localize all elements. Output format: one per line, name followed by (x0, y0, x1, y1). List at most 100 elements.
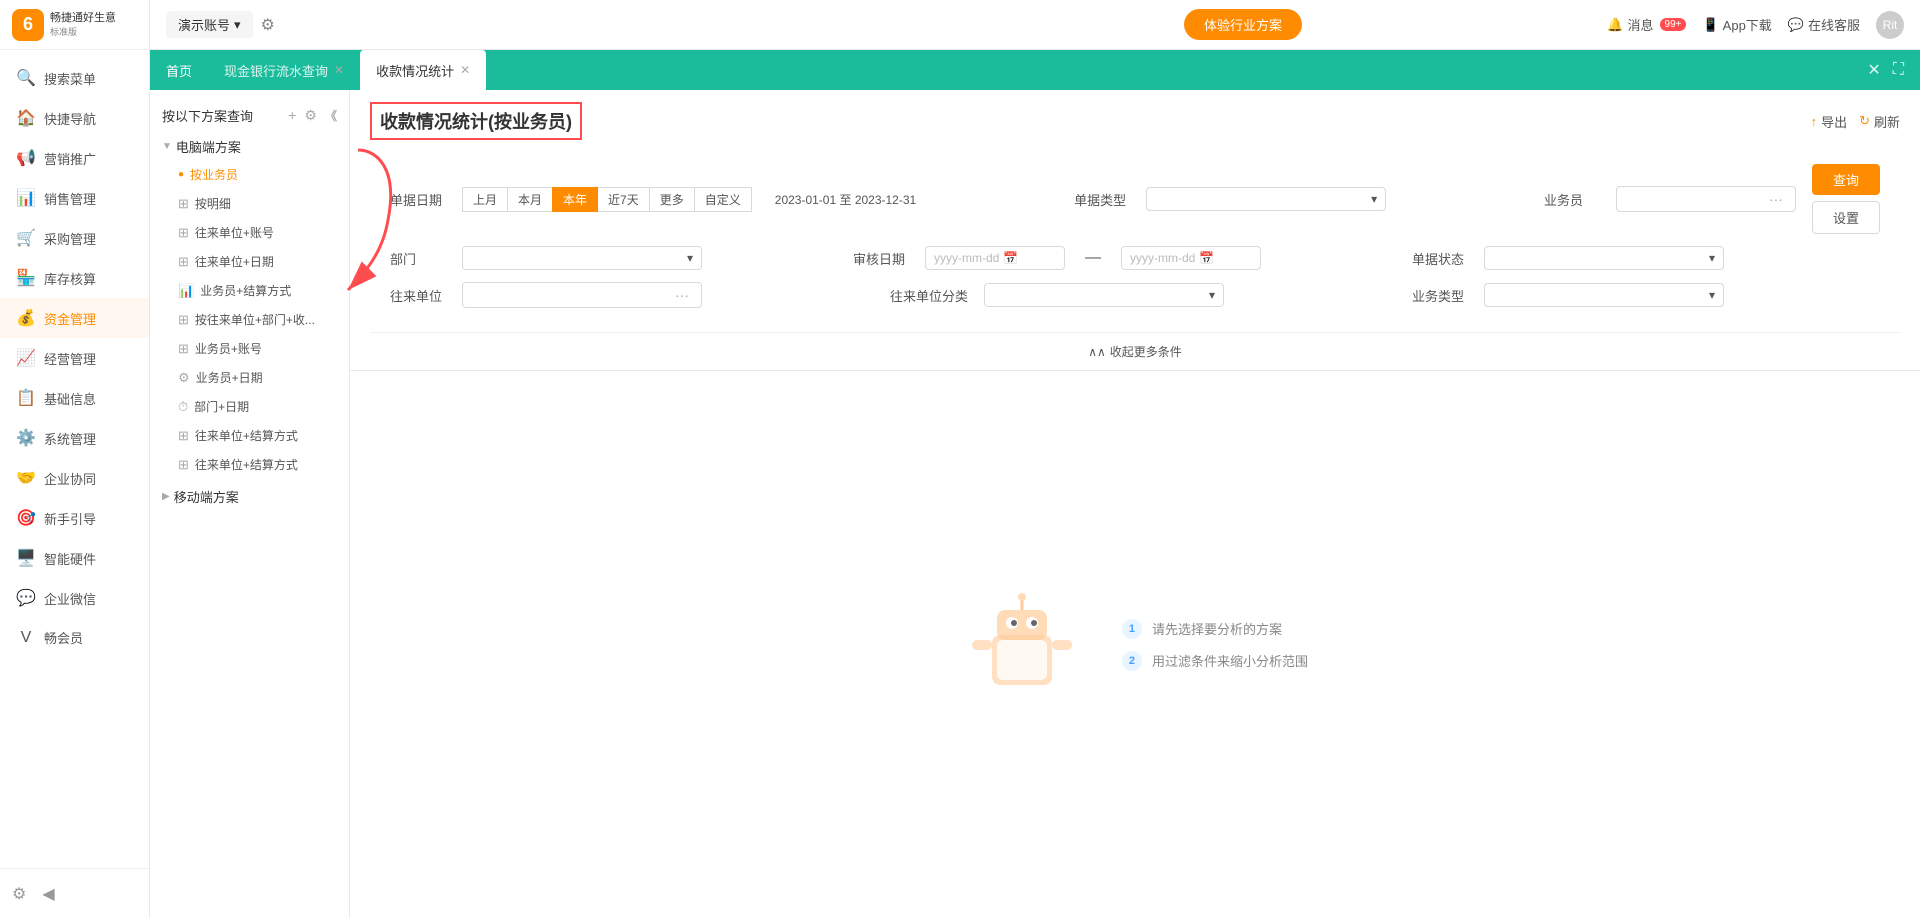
try-industry-button[interactable]: 体验行业方案 (1184, 9, 1302, 40)
tab-home[interactable]: 首页 (150, 50, 208, 90)
calendar-start-icon[interactable]: 📅 (1003, 251, 1018, 265)
tab-receipt-stats-label: 收款情况统计 (376, 61, 454, 80)
staff-settle-icon: 📊 (178, 283, 194, 299)
settings-button[interactable]: 设置 (1812, 201, 1880, 234)
tab-bank-flow-close[interactable]: ✕ (334, 63, 344, 77)
logo-icon: 6 (12, 9, 44, 41)
service-icon: 💬 (1788, 17, 1804, 33)
export-button[interactable]: ↑ 导出 (1811, 112, 1848, 131)
schema-item-label: 业务员+账号 (195, 340, 262, 357)
sidebar-item-enterprise[interactable]: 🤝 企业协同 (0, 458, 149, 498)
sidebar-item-purchase[interactable]: 🛒 采购管理 (0, 218, 149, 258)
enterprise-icon: 🤝 (16, 468, 36, 488)
tab-bank-flow[interactable]: 现金银行流水查询 ✕ (208, 50, 360, 90)
online-service-item[interactable]: 💬 在线客服 (1788, 15, 1860, 34)
staff-select[interactable]: ··· (1616, 186, 1796, 212)
schema-item-by-detail[interactable]: ⊞ 按明细 (150, 189, 349, 218)
date-tab-last-7-days[interactable]: 近7天 (597, 187, 650, 212)
date-tab-prev-month[interactable]: 上月 (462, 187, 508, 212)
step-1-text: 请先选择要分析的方案 (1152, 619, 1282, 638)
sidebar-item-marketing[interactable]: 📢 营销推广 (0, 138, 149, 178)
sidebar-item-guide[interactable]: 🎯 新手引导 (0, 498, 149, 538)
topbar-center: 体验行业方案 (887, 9, 1600, 40)
schema-item-label: 往来单位+结算方式 (195, 427, 298, 444)
topbar-gear-icon[interactable]: ⚙ (261, 15, 275, 35)
tab-maximize-icon[interactable]: ⛶ (1893, 61, 1904, 79)
schema-item-by-staff[interactable]: ● 按业务员 (150, 160, 349, 189)
schema-item-label: 往来单位+账号 (195, 224, 274, 241)
schema-item-label: 按业务员 (190, 166, 238, 183)
user-avatar[interactable]: Rit (1876, 11, 1904, 39)
user-account-display[interactable]: 演示账号 ▾ (166, 11, 253, 38)
counterpart-select[interactable]: ··· (462, 282, 702, 308)
refresh-button[interactable]: ↻ 刷新 (1859, 112, 1900, 131)
sidebar-item-sales[interactable]: 📊 销售管理 (0, 178, 149, 218)
schema-item-staff-account[interactable]: ⊞ 业务员+账号 (150, 334, 349, 363)
sidebar-nav: 🔍 搜索菜单 🏠 快捷导航 📢 营销推广 📊 销售管理 🛒 采购管理 🏪 库存核… (0, 50, 149, 868)
dept-chevron-icon: ▾ (687, 251, 693, 265)
app-download-item[interactable]: 📱 App下载 (1702, 15, 1771, 34)
voucher-status-select[interactable]: ▾ (1484, 246, 1724, 270)
business-type-select[interactable]: ▾ (1484, 283, 1724, 307)
panel-settings-icon[interactable]: ⚙ (304, 107, 317, 124)
panel-add-icon[interactable]: + (288, 107, 296, 124)
date-tab-this-month[interactable]: 本月 (507, 187, 553, 212)
page-actions: ↑ 导出 ↻ 刷新 (1811, 112, 1900, 131)
schema-item-dept-date[interactable]: ⏱ 部门+日期 (150, 392, 349, 421)
panel-collapse-icon[interactable]: 《 (325, 107, 337, 124)
schema-item-unit-settle1[interactable]: ⊞ 往来单位+结算方式 (150, 421, 349, 450)
schema-item-label: 往来单位+结算方式 (195, 456, 298, 473)
sidebar-item-member[interactable]: V 畅会员 (0, 618, 149, 657)
sidebar-item-label: 畅会员 (44, 628, 83, 647)
sidebar-item-inventory[interactable]: 🏪 库存核算 (0, 258, 149, 298)
schema-item-unit-date[interactable]: ⊞ 往来单位+日期 (150, 247, 349, 276)
schema-item-unit-dept-recv[interactable]: ⊞ 按往来单位+部门+收... (150, 305, 349, 334)
schema-group-desktop-title[interactable]: ▼ 电脑端方案 (150, 133, 349, 160)
schema-item-staff-settle[interactable]: 📊 业务员+结算方式 (150, 276, 349, 305)
tab-receipt-stats[interactable]: 收款情况统计 ✕ (360, 50, 486, 90)
query-button[interactable]: 查询 (1812, 164, 1880, 195)
home-icon: 🏠 (16, 108, 36, 128)
sidebar-item-hardware[interactable]: 🖥️ 智能硬件 (0, 538, 149, 578)
voucher-type-select[interactable]: ▾ (1146, 187, 1386, 211)
schema-item-unit-account[interactable]: ⊞ 往来单位+账号 (150, 218, 349, 247)
sidebar-item-search[interactable]: 🔍 搜索菜单 (0, 58, 149, 98)
tab-bar: 首页 现金银行流水查询 ✕ 收款情况统计 ✕ ✕ ⛶ (150, 50, 1920, 90)
schema-item-staff-date[interactable]: ⚙ 业务员+日期 (150, 363, 349, 392)
sidebar-item-operations[interactable]: 📈 经营管理 (0, 338, 149, 378)
system-icon: ⚙️ (16, 428, 36, 448)
sidebar-item-system[interactable]: ⚙️ 系统管理 (0, 418, 149, 458)
schema-item-unit-settle2[interactable]: ⊞ 往来单位+结算方式 (150, 450, 349, 479)
collapse-bar[interactable]: ∧∧ 收起更多条件 (370, 332, 1900, 370)
collapse-sidebar-icon[interactable]: ◀ (42, 884, 54, 904)
sidebar-item-quick-nav[interactable]: 🏠 快捷导航 (0, 98, 149, 138)
schema-item-label: 按往来单位+部门+收... (195, 311, 315, 328)
sidebar-item-finance[interactable]: 💰 资金管理 (0, 298, 149, 338)
sidebar-item-basic[interactable]: 📋 基础信息 (0, 378, 149, 418)
review-date-end-placeholder: yyyy-mm-dd (1130, 251, 1195, 265)
notification-label: 消息 (1628, 15, 1654, 34)
date-tab-this-year[interactable]: 本年 (552, 187, 598, 212)
review-date-start[interactable]: yyyy-mm-dd 📅 (925, 246, 1065, 270)
notification-item[interactable]: 🔔 消息 99+ (1607, 15, 1686, 34)
date-tab-custom[interactable]: 自定义 (694, 187, 752, 212)
refresh-icon: ↻ (1859, 113, 1870, 129)
counterpart-more-icon[interactable]: ··· (675, 287, 689, 303)
date-tab-more[interactable]: 更多 (649, 187, 695, 212)
dept-select[interactable]: ▾ (462, 246, 702, 270)
counterpart-type-select[interactable]: ▾ (984, 283, 1224, 307)
empty-step-1: 1 请先选择要分析的方案 (1122, 619, 1308, 639)
sidebar-item-wechat[interactable]: 💬 企业微信 (0, 578, 149, 618)
tab-close-window-icon[interactable]: ✕ (1867, 60, 1880, 80)
review-date-end[interactable]: yyyy-mm-dd 📅 (1121, 246, 1261, 270)
tab-receipt-stats-close[interactable]: ✕ (460, 63, 470, 77)
staff-account-icon: ⊞ (178, 341, 189, 357)
sidebar: 6 畅捷通好生意 标准版 🔍 搜索菜单 🏠 快捷导航 📢 营销推广 📊 销售管理… (0, 0, 150, 918)
schema-group-mobile-title[interactable]: ▶ 移动端方案 (150, 483, 349, 510)
calendar-end-icon[interactable]: 📅 (1199, 251, 1214, 265)
settings-bottom-icon[interactable]: ⚙ (12, 884, 26, 904)
unit-settle1-icon: ⊞ (178, 428, 189, 444)
app-download-label: App下载 (1723, 15, 1772, 34)
more-icon[interactable]: ··· (1769, 191, 1783, 207)
step-2-text: 用过滤条件来缩小分析范围 (1152, 651, 1308, 670)
